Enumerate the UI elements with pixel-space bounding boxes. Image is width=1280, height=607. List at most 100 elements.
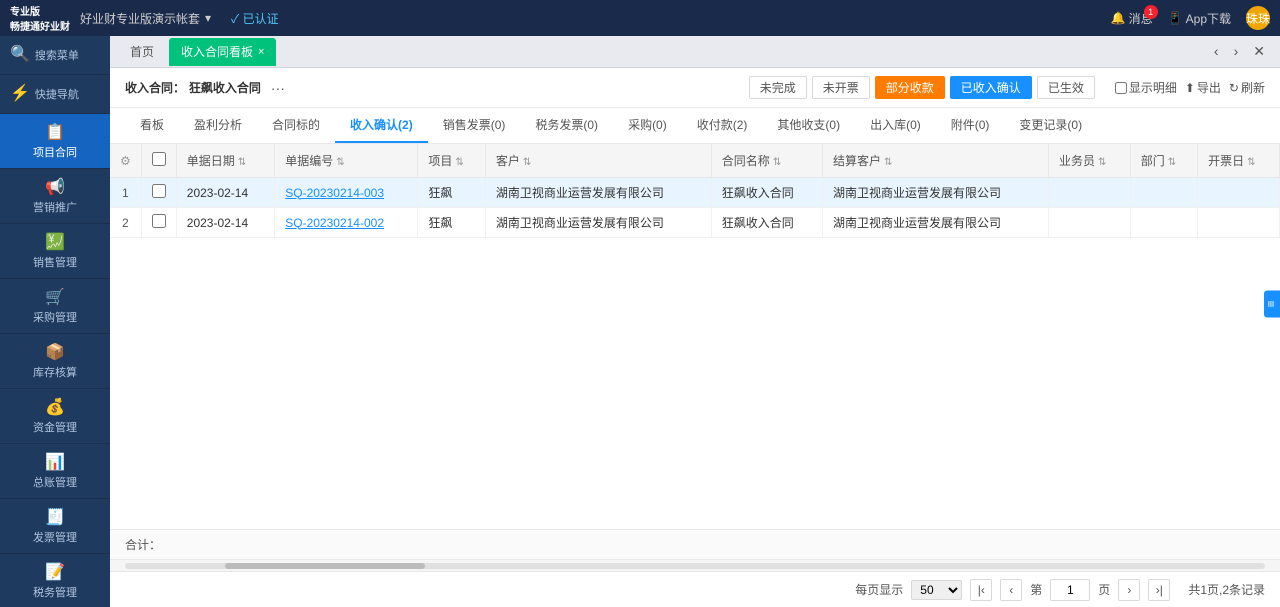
tab-home[interactable]: 首页 bbox=[120, 38, 164, 66]
sort-department-icon: ⇅ bbox=[1168, 157, 1176, 168]
sidebar-item-marketing[interactable]: 📢 营销推广 bbox=[0, 169, 110, 224]
next-page-button[interactable]: › bbox=[1118, 579, 1140, 601]
tab-receipt[interactable]: 收付款(2) bbox=[682, 108, 763, 143]
tab-profit[interactable]: 盈利分析 bbox=[179, 108, 257, 143]
sidebar-item-tax[interactable]: 📝 税务管理 bbox=[0, 554, 110, 607]
tab-prev-button[interactable]: ‹ bbox=[1209, 41, 1224, 62]
row-checkbox[interactable] bbox=[152, 184, 166, 198]
tab-attachments[interactable]: 附件(0) bbox=[936, 108, 1005, 143]
row-department bbox=[1130, 208, 1197, 238]
sidebar-item-accounting[interactable]: 📊 总账管理 bbox=[0, 444, 110, 499]
project-column-header[interactable]: 项目⇅ bbox=[418, 144, 485, 178]
tax-icon: 📝 bbox=[45, 562, 65, 582]
tab-other-income[interactable]: 其他收支(0) bbox=[762, 108, 855, 143]
sidebar-item-search[interactable]: 🔍 搜索菜单 bbox=[0, 36, 110, 75]
tab-warehouse[interactable]: 出入库(0) bbox=[855, 108, 936, 143]
sidebar-sales-label: 销售管理 bbox=[33, 254, 77, 270]
page-input[interactable] bbox=[1050, 579, 1090, 601]
row-salesperson bbox=[1048, 178, 1130, 208]
tab-income-contract[interactable]: 收入合同看板 × bbox=[169, 38, 276, 66]
contract-column-header[interactable]: 合同名称⇅ bbox=[711, 144, 822, 178]
per-page-select[interactable]: 50 20 100 200 bbox=[911, 580, 962, 600]
number-column-header[interactable]: 单据编号⇅ bbox=[275, 144, 418, 178]
main-layout: 🔍 搜索菜单 ⚡ 快捷导航 📋 项目合同 📢 营销推广 💹 销售管理 🛒 采购管… bbox=[0, 36, 1280, 607]
department-column-header[interactable]: 部门⇅ bbox=[1130, 144, 1197, 178]
app-edition: 专业版 bbox=[10, 3, 70, 18]
status-confirmed[interactable]: 已收入确认 bbox=[950, 76, 1032, 99]
tab-close-button[interactable]: × bbox=[258, 46, 264, 58]
tab-purchase-tab[interactable]: 采购(0) bbox=[613, 108, 682, 143]
sidebar-item-purchase[interactable]: 🛒 采购管理 bbox=[0, 279, 110, 334]
tab-contract-standard[interactable]: 合同标的 bbox=[257, 108, 335, 143]
status-partial-received[interactable]: 部分收款 bbox=[875, 76, 945, 99]
tab-tax-invoice[interactable]: 税务发票(0) bbox=[520, 108, 613, 143]
user-menu[interactable]: 珠珠 bbox=[1246, 6, 1270, 30]
message-button[interactable]: 🔔 消息 1 bbox=[1111, 10, 1153, 27]
certified-status: ✓ 已认证 bbox=[231, 10, 279, 27]
customer-column-header[interactable]: 客户⇅ bbox=[485, 144, 711, 178]
sort-customer-icon: ⇅ bbox=[523, 157, 531, 168]
first-page-button[interactable]: |‹ bbox=[970, 579, 992, 601]
refresh-button[interactable]: ↻ 刷新 bbox=[1229, 79, 1265, 96]
total-label: 合计： bbox=[125, 536, 161, 553]
row-checkbox[interactable] bbox=[152, 214, 166, 228]
status-effective[interactable]: 已生效 bbox=[1037, 76, 1095, 99]
row-number[interactable]: SQ-20230214-003 bbox=[275, 178, 418, 208]
tab-income-confirm[interactable]: 收入确认(2) bbox=[335, 108, 428, 143]
row-closing-customer: 湖南卫视商业运营发展有限公司 bbox=[822, 178, 1048, 208]
app-download-button[interactable]: 📱 App下载 bbox=[1168, 10, 1231, 27]
tab-kanban[interactable]: 看板 bbox=[125, 108, 179, 143]
horizontal-scrollbar[interactable] bbox=[110, 559, 1280, 571]
row-closing-customer: 湖南卫视商业运营发展有限公司 bbox=[822, 208, 1048, 238]
sidebar-item-inventory[interactable]: 📦 库存核算 bbox=[0, 334, 110, 389]
show-detail-checkbox[interactable] bbox=[1115, 82, 1127, 94]
right-float-button[interactable]: ≡ bbox=[1264, 290, 1280, 317]
lightning-icon: ⚡ bbox=[10, 83, 30, 103]
row-checkbox-cell bbox=[141, 178, 176, 208]
sidebar-tax-label: 税务管理 bbox=[33, 584, 77, 600]
sidebar-item-project[interactable]: 📋 项目合同 bbox=[0, 114, 110, 169]
status-uninvoiced[interactable]: 未开票 bbox=[812, 76, 870, 99]
inner-tabs: 看板 盈利分析 合同标的 收入确认(2) 销售发票(0) 税务发票(0) 采购(… bbox=[110, 108, 1280, 144]
sort-salesperson-icon: ⇅ bbox=[1098, 157, 1106, 168]
table-area: ⚙ 单据日期⇅ 单据编号⇅ 项目⇅ bbox=[110, 144, 1280, 529]
row-index: 1 bbox=[110, 178, 141, 208]
row-number[interactable]: SQ-20230214-002 bbox=[275, 208, 418, 238]
sidebar-item-sales[interactable]: 💹 销售管理 bbox=[0, 224, 110, 279]
tabbar-navigation: ‹ › ✕ bbox=[1209, 41, 1270, 62]
status-incomplete[interactable]: 未完成 bbox=[749, 76, 807, 99]
sidebar-item-finance[interactable]: 💰 资金管理 bbox=[0, 389, 110, 444]
last-page-button[interactable]: ›| bbox=[1148, 579, 1170, 601]
marketing-icon: 📢 bbox=[45, 177, 65, 197]
show-detail-button[interactable]: 显示明细 bbox=[1115, 79, 1177, 96]
sidebar-item-nav[interactable]: ⚡ 快捷导航 bbox=[0, 75, 110, 114]
scrollbar-thumb[interactable] bbox=[225, 563, 425, 569]
date-column-header[interactable]: 单据日期⇅ bbox=[176, 144, 274, 178]
sort-opendate-icon: ⇅ bbox=[1247, 157, 1255, 168]
company-selector[interactable]: 好业财专业版演示帐套 ▾ ✓ 已认证 bbox=[80, 10, 1101, 27]
export-button[interactable]: ⬆ 导出 bbox=[1185, 79, 1221, 96]
sidebar-item-invoice[interactable]: 🧾 发票管理 bbox=[0, 499, 110, 554]
header-actions: 显示明细 ⬆ 导出 ↻ 刷新 bbox=[1115, 79, 1265, 96]
row-salesperson bbox=[1048, 208, 1130, 238]
tab-change-log[interactable]: 变更记录(0) bbox=[1004, 108, 1097, 143]
open-date-column-header[interactable]: 开票日⇅ bbox=[1198, 144, 1280, 178]
sales-icon: 💹 bbox=[45, 232, 65, 252]
more-options-button[interactable]: ··· bbox=[271, 80, 285, 96]
scrollbar-track[interactable] bbox=[125, 563, 1265, 569]
salesperson-column-header[interactable]: 业务员⇅ bbox=[1048, 144, 1130, 178]
select-all-checkbox[interactable] bbox=[152, 152, 166, 166]
tab-close-all-button[interactable]: ✕ bbox=[1248, 41, 1270, 62]
sidebar-finance-label: 资金管理 bbox=[33, 419, 77, 435]
prev-page-button[interactable]: ‹ bbox=[1000, 579, 1022, 601]
per-page-label: 每页显示 bbox=[855, 581, 903, 598]
tab-next-button[interactable]: › bbox=[1229, 41, 1244, 62]
sidebar-inventory-label: 库存核算 bbox=[33, 364, 77, 380]
data-table: ⚙ 单据日期⇅ 单据编号⇅ 项目⇅ bbox=[110, 144, 1280, 238]
content-area: 首页 收入合同看板 × ‹ › ✕ 收入合同： 狂飙收入合同 ··· 未完成 未… bbox=[110, 36, 1280, 607]
tab-sales-invoice[interactable]: 销售发票(0) bbox=[428, 108, 521, 143]
row-date: 2023-02-14 bbox=[176, 178, 274, 208]
closing-customer-column-header[interactable]: 结算客户⇅ bbox=[822, 144, 1048, 178]
settings-icon[interactable]: ⚙ bbox=[120, 154, 131, 168]
refresh-icon: ↻ bbox=[1229, 81, 1239, 95]
